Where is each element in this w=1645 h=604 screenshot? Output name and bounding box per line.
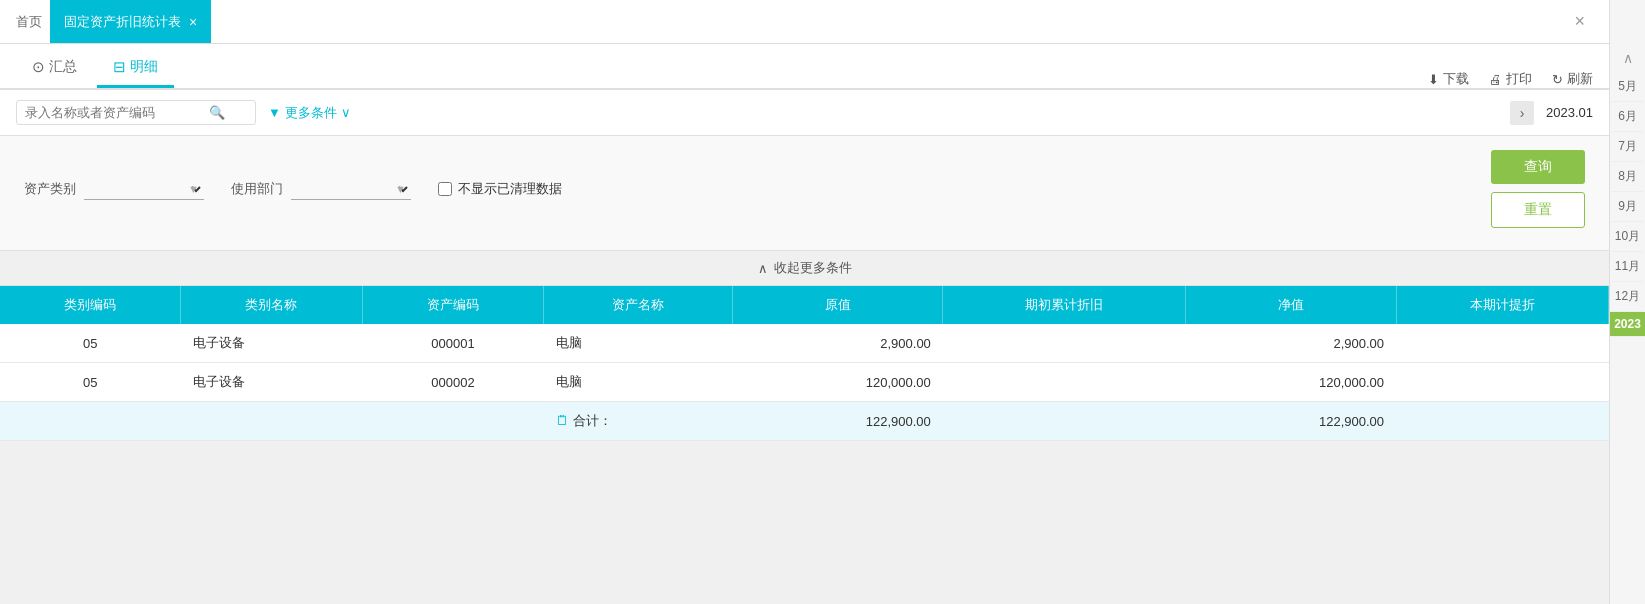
cell-current-depreciation [1396,363,1608,402]
total-label [0,402,544,441]
tab-summary[interactable]: ⊙ 汇总 [16,48,93,88]
cell-category-name: 电子设备 [181,363,363,402]
query-button[interactable]: 查询 [1491,150,1585,184]
tab-detail-label: 明细 [130,58,158,76]
col-asset-name: 资产名称 [544,286,733,324]
cell-asset-name: 电脑 [544,324,733,363]
cell-current-depreciation [1396,324,1608,363]
department-label: 使用部门 [231,180,283,198]
table-row: 05 电子设备 000001 电脑 2,900.00 2,900.00 [0,324,1609,363]
right-sidebar: ∧ 5月6月7月8月9月10月11月12月 2023 [1609,0,1645,441]
collapse-label: 收起更多条件 [774,259,852,277]
toolbar-right: ⬇ 下载 🖨 打印 ↻ 刷新 [1428,70,1593,88]
home-link[interactable]: 首页 [16,13,42,31]
filter-btn-group: 查询 重置 [1491,150,1585,228]
total-current-depreciation [1396,402,1608,441]
close-tab-icon[interactable]: × [189,14,197,30]
total-label-text: 🗒合计： [544,402,733,441]
cell-asset-name: 电脑 [544,363,733,402]
col-category-name: 类别名称 [181,286,363,324]
sidebar-month[interactable]: 10月 [1611,222,1644,252]
refresh-label: 刷新 [1567,70,1593,88]
hide-cleared-checkbox[interactable] [438,182,452,196]
cell-accumulated-depreciation [943,324,1186,363]
active-tab-label: 固定资产折旧统计表 [64,13,181,31]
print-icon: 🖨 [1489,72,1502,87]
filter-icon: ▼ [268,105,281,120]
cell-asset-code: 000001 [362,324,544,363]
data-table: 类别编码 类别名称 资产编码 资产名称 原值 期初累计折旧 净值 本期计提折 0… [0,286,1609,441]
more-conditions-label: 更多条件 [285,104,337,122]
download-label: 下载 [1443,70,1469,88]
close-window-button[interactable]: × [1566,7,1593,36]
collapse-bar[interactable]: ∧ 收起更多条件 [0,251,1609,286]
col-asset-code: 资产编码 [362,286,544,324]
refresh-button[interactable]: ↻ 刷新 [1552,70,1593,88]
refresh-icon: ↻ [1552,72,1563,87]
reset-button[interactable]: 重置 [1491,192,1585,228]
sidebar-month[interactable]: 12月 [1611,282,1644,312]
advanced-filter: 资产类别 ▼ 使用部门 ▼ 不显示已清理数 [0,136,1609,251]
hide-cleared-label: 不显示已清理数据 [458,180,562,198]
total-original-value: 122,900.00 [733,402,943,441]
cell-category-code: 05 [0,324,181,363]
table-header-row: 类别编码 类别名称 资产编码 资产名称 原值 期初累计折旧 净值 本期计提折 [0,286,1609,324]
search-wrap: 🔍 [16,100,256,125]
sidebar-nav-up[interactable]: ∧ [1610,44,1645,72]
more-conditions-button[interactable]: ▼ 更多条件 ∨ [268,104,351,122]
period-nav-right[interactable]: › [1510,101,1534,125]
department-select[interactable] [291,178,411,200]
top-nav: 首页 固定资产折旧统计表 × × [0,0,1609,44]
col-original-value: 原值 [733,286,943,324]
cell-net-value: 120,000.00 [1186,363,1396,402]
sidebar-month[interactable]: 5月 [1611,72,1644,102]
hide-cleared-checkbox-wrap[interactable]: 不显示已清理数据 [438,180,562,198]
cell-category-code: 05 [0,363,181,402]
print-label: 打印 [1506,70,1532,88]
cell-original-value: 2,900.00 [733,324,943,363]
search-icon[interactable]: 🔍 [209,105,225,120]
col-current-depreciation: 本期计提折 [1396,286,1608,324]
filter-bar: 🔍 ▼ 更多条件 ∨ › 2023.01 [0,90,1609,136]
active-tab[interactable]: 固定资产折旧统计表 × [50,0,211,43]
download-icon: ⬇ [1428,72,1439,87]
period-label: 2023.01 [1546,105,1593,120]
total-icon: 🗒 [556,413,569,428]
sidebar-month[interactable]: 9月 [1611,192,1644,222]
department-field: 使用部门 ▼ [231,178,406,200]
search-input[interactable] [25,105,205,120]
asset-category-label: 资产类别 [24,180,76,198]
sidebar-month[interactable]: 6月 [1611,102,1644,132]
asset-category-select[interactable] [84,178,204,200]
tab-summary-label: 汇总 [49,58,77,76]
total-net-value: 122,900.00 [1186,402,1396,441]
sidebar-month[interactable]: 7月 [1611,132,1644,162]
tab-detail[interactable]: ⊟ 明细 [97,48,174,88]
col-accumulated-depreciation: 期初累计折旧 [943,286,1186,324]
filter-row-1: 资产类别 ▼ 使用部门 ▼ 不显示已清理数 [24,150,1585,228]
asset-category-field: 资产类别 ▼ [24,178,199,200]
cell-accumulated-depreciation [943,363,1186,402]
chevron-down-icon: ∨ [341,105,351,120]
col-net-value: 净值 [1186,286,1396,324]
print-button[interactable]: 🖨 打印 [1489,70,1532,88]
detail-icon: ⊟ [113,58,126,76]
cell-category-name: 电子设备 [181,324,363,363]
col-category-code: 类别编码 [0,286,181,324]
cell-net-value: 2,900.00 [1186,324,1396,363]
total-row: 🗒合计： 122,900.00 122,900.00 [0,402,1609,441]
sidebar-year-badge[interactable]: 2023 [1610,312,1645,337]
collapse-icon: ∧ [758,261,768,276]
sidebar-month[interactable]: 8月 [1611,162,1644,192]
download-button[interactable]: ⬇ 下载 [1428,70,1469,88]
data-table-wrap: 类别编码 类别名称 资产编码 资产名称 原值 期初累计折旧 净值 本期计提折 0… [0,286,1609,441]
summary-icon: ⊙ [32,58,45,76]
cell-asset-code: 000002 [362,363,544,402]
cell-original-value: 120,000.00 [733,363,943,402]
table-row: 05 电子设备 000002 电脑 120,000.00 120,000.00 [0,363,1609,402]
sub-tabs: ⊙ 汇总 ⊟ 明细 ⬇ 下载 🖨 打印 ↻ 刷新 [0,44,1609,90]
total-accumulated-depreciation [943,402,1186,441]
sidebar-month[interactable]: 11月 [1611,252,1644,282]
